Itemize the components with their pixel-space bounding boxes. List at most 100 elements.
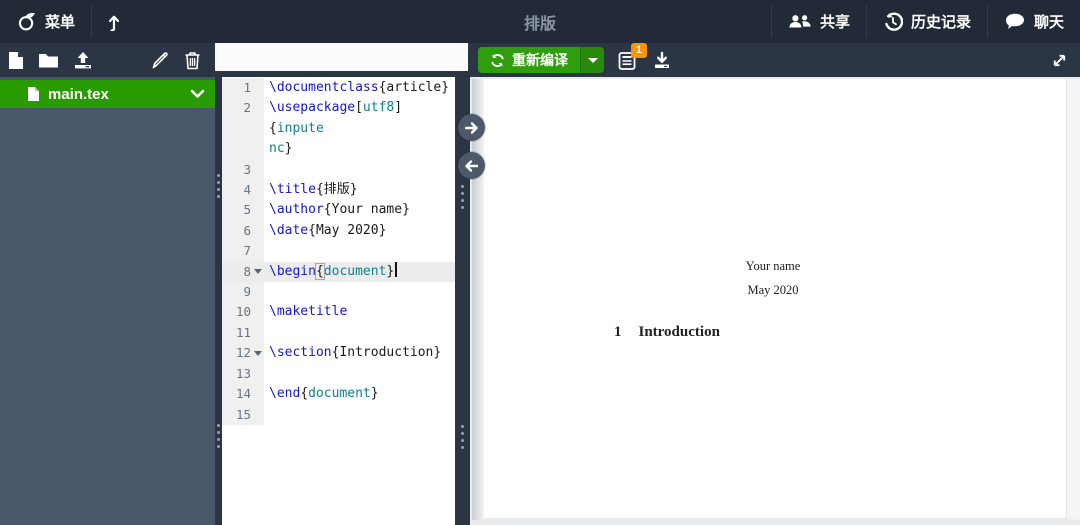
line-number: 8 xyxy=(243,263,251,279)
code-line[interactable]: 12 \section{Introduction} xyxy=(222,343,455,364)
recompile-label: 重新编译 xyxy=(512,52,568,68)
expand-icon[interactable] xyxy=(1051,52,1068,69)
logs-button[interactable]: 1 xyxy=(618,42,647,71)
history-button[interactable]: 历史记录 xyxy=(867,0,987,43)
code-line[interactable]: 4 \title{排版} xyxy=(222,180,455,201)
line-number: 3 xyxy=(243,161,251,177)
file-tree-resizer[interactable] xyxy=(215,77,222,525)
expand-pdf-button[interactable] xyxy=(458,152,485,179)
drag-handle-dots[interactable] xyxy=(461,425,464,449)
code-line[interactable]: 3 xyxy=(222,159,455,181)
line-gutter: 8 xyxy=(222,262,264,282)
line-gutter: 2 xyxy=(222,98,264,160)
line-gutter: 11 xyxy=(222,322,264,344)
editor-pdf-resizer[interactable] xyxy=(455,77,470,525)
code-line[interactable]: 9 xyxy=(222,282,455,303)
pdf-toolbar: 重新编译 1 xyxy=(468,42,1080,77)
line-gutter: 13 xyxy=(222,363,264,385)
pdf-left-gutter xyxy=(472,79,484,520)
line-number: 10 xyxy=(235,304,251,320)
recompile-options-button[interactable] xyxy=(580,47,604,73)
drag-handle-dots[interactable] xyxy=(461,185,464,209)
menu-button[interactable]: 菜单 xyxy=(0,0,91,43)
editor-toolbar xyxy=(215,43,468,71)
code-line[interactable]: 11 xyxy=(222,322,455,344)
file-name: main.tex xyxy=(48,85,109,103)
code-line[interactable]: 10 \maketitle xyxy=(222,302,455,323)
code-line[interactable]: 13 xyxy=(222,363,455,385)
file-tree-item-main-tex[interactable]: main.tex xyxy=(0,80,215,108)
delete-trash-icon[interactable] xyxy=(184,51,201,70)
chat-label: 聊天 xyxy=(1033,14,1064,31)
fold-caret-icon[interactable] xyxy=(251,262,264,282)
line-gutter: 6 xyxy=(222,220,264,242)
code-text: \date{May 2020} xyxy=(269,222,387,238)
header-actions: 共享 历史记录 聊天 xyxy=(770,0,1080,43)
code-line[interactable]: 15 xyxy=(222,404,455,425)
line-gutter: 5 xyxy=(222,200,264,221)
code-text: \documentclass{article} xyxy=(269,80,450,95)
section-title: Introduction xyxy=(638,324,720,340)
refresh-icon xyxy=(490,53,505,68)
overleaf-app: 排版 菜单 共享 历史记录 聊天 重新编译 1 main.tex 1 \docu… xyxy=(0,0,1080,525)
back-to-projects-button[interactable] xyxy=(92,0,136,43)
code-line[interactable]: 6 \date{May 2020} xyxy=(222,220,455,242)
recompile-button[interactable]: 重新编译 xyxy=(478,47,580,73)
share-label: 共享 xyxy=(819,14,850,31)
upload-icon[interactable] xyxy=(73,51,93,70)
pane-arrow-right-icon xyxy=(465,121,478,134)
code-text: \begin{document} xyxy=(264,261,450,282)
code-text: \maketitle xyxy=(269,304,348,320)
line-gutter: 3 xyxy=(222,159,264,181)
expand-editor-button[interactable] xyxy=(458,114,485,141)
line-number: 14 xyxy=(235,386,251,402)
line-number: 6 xyxy=(243,222,251,238)
pdf-scrollbar[interactable] xyxy=(1066,79,1080,520)
source-editor[interactable]: 1 \documentclass{article} 2 \usepackage[utf… xyxy=(222,77,455,525)
share-button[interactable]: 共享 xyxy=(772,0,866,43)
pdf-preview-pane[interactable]: Your name May 2020 1 Introduction xyxy=(470,77,1080,525)
drag-handle-dots[interactable] xyxy=(217,174,220,198)
line-number: 7 xyxy=(243,243,251,259)
top-header: 排版 菜单 共享 历史记录 聊天 xyxy=(0,0,1080,43)
fold-caret-icon[interactable] xyxy=(251,343,264,363)
chat-bubble-icon xyxy=(1004,12,1026,31)
line-gutter: 15 xyxy=(222,404,264,425)
pane-arrow-left-icon xyxy=(465,159,478,172)
recompile-split-button: 重新编译 xyxy=(478,47,604,73)
code-line[interactable]: 5 \author{Your name} xyxy=(222,200,455,221)
code-text: \section{Introduction} xyxy=(269,345,442,361)
code-text: \usepackage[utf8]{inpute nc} xyxy=(269,100,403,157)
chat-button[interactable]: 聊天 xyxy=(988,0,1080,43)
drag-handle-dots[interactable] xyxy=(217,424,220,448)
line-gutter: 1 xyxy=(222,78,264,99)
new-file-icon[interactable] xyxy=(8,51,24,70)
new-folder-icon[interactable] xyxy=(38,52,59,69)
code-line[interactable]: 2 \usepackage[utf8]{inpute nc} xyxy=(222,98,455,160)
overleaf-logo-icon xyxy=(16,11,37,32)
menu-label: 菜单 xyxy=(45,14,76,31)
rename-pencil-icon[interactable] xyxy=(151,51,170,70)
line-gutter: 4 xyxy=(222,180,264,201)
code-text: \end{document} xyxy=(269,386,379,402)
code-line[interactable]: 1 \documentclass{article} xyxy=(222,78,455,99)
code-line[interactable]: 7 xyxy=(222,241,455,262)
download-icon[interactable] xyxy=(653,51,671,70)
history-icon xyxy=(883,11,903,32)
code-line[interactable]: 14 \end{document} xyxy=(222,384,455,405)
line-gutter: 10 xyxy=(222,302,264,323)
section-number: 1 xyxy=(614,324,622,340)
chevron-down-icon[interactable] xyxy=(190,89,205,99)
line-gutter: 12 xyxy=(222,343,264,364)
code-line[interactable]: 8 \begin{document} xyxy=(222,261,455,283)
line-gutter: 14 xyxy=(222,384,264,405)
